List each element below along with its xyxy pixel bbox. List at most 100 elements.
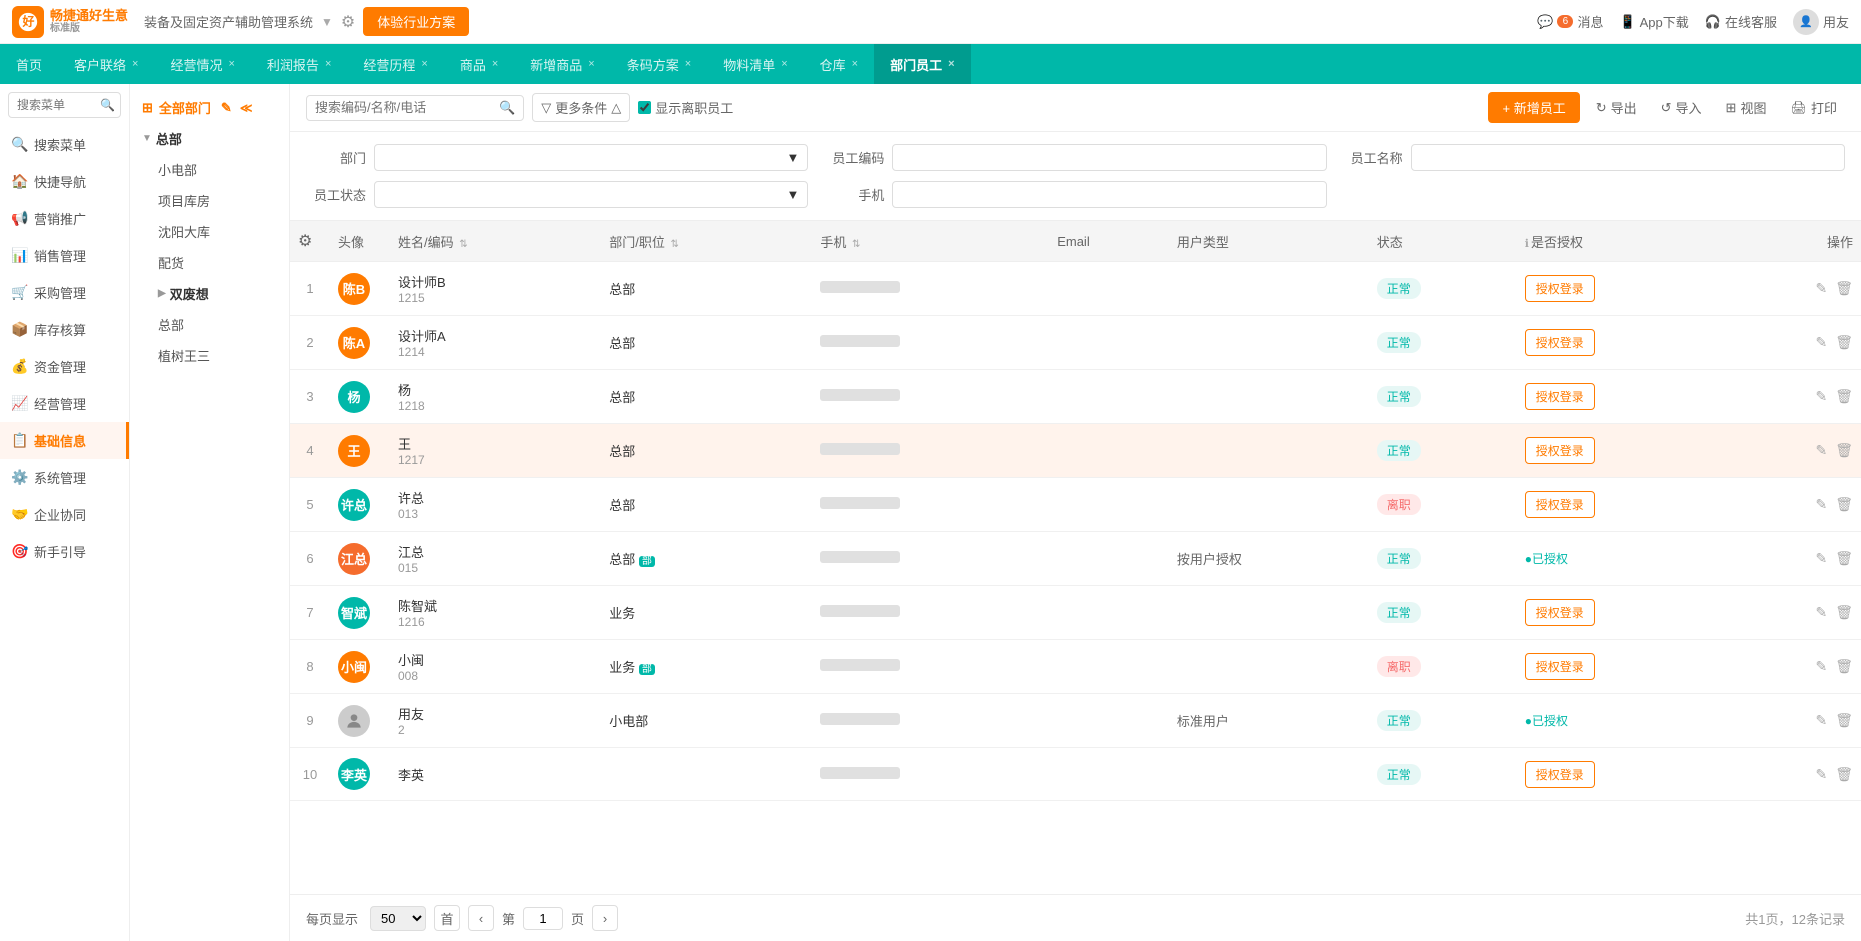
close-bom-tab[interactable]: × xyxy=(781,58,787,70)
tab-home[interactable]: 首页 xyxy=(0,44,58,84)
cell-auth[interactable]: 授权登录 xyxy=(1517,370,1729,424)
sort-name-icon[interactable]: ⇅ xyxy=(459,239,467,250)
sidebar-item-guide[interactable]: 🎯 新手引导 xyxy=(0,533,129,570)
edit-icon[interactable]: ✎ xyxy=(1815,712,1827,729)
edit-icon[interactable]: ✎ xyxy=(1815,334,1827,351)
tab-bom[interactable]: 物料清单× xyxy=(707,44,803,84)
sidebar-item-finance[interactable]: 💰 资金管理 xyxy=(0,348,129,385)
close-business-tab[interactable]: × xyxy=(228,58,234,70)
edit-icon[interactable]: ✎ xyxy=(1815,550,1827,567)
dept-item-peihuo[interactable]: 配货 xyxy=(130,247,289,278)
close-customer-tab[interactable]: × xyxy=(132,58,138,70)
sidebar-item-quicknav[interactable]: 🏠 快捷导航 xyxy=(0,163,129,200)
cell-auth[interactable]: 授权登录 xyxy=(1517,316,1729,370)
close-profit-tab[interactable]: × xyxy=(325,58,331,70)
sidebar-item-inventory[interactable]: 📦 库存核算 xyxy=(0,311,129,348)
edit-icon[interactable]: ✎ xyxy=(1815,280,1827,297)
show-resigned-label[interactable]: 显示离职员工 xyxy=(638,98,733,117)
cell-auth[interactable]: 授权登录 xyxy=(1517,748,1729,801)
filter-empstatus-select[interactable]: ▼ xyxy=(374,181,808,208)
sidebar-item-collab[interactable]: 🤝 企业协同 xyxy=(0,496,129,533)
sidebar-item-system[interactable]: ⚙️ 系统管理 xyxy=(0,459,129,496)
cell-auth[interactable]: 授权登录 xyxy=(1517,262,1729,316)
close-addgoods-tab[interactable]: × xyxy=(588,58,594,70)
tab-customer[interactable]: 客户联络× xyxy=(58,44,154,84)
delete-icon[interactable]: 🗑 xyxy=(1835,280,1853,297)
auth-login-btn[interactable]: 授权登录 xyxy=(1525,761,1595,788)
next-page-btn[interactable]: › xyxy=(592,905,618,931)
auth-login-btn[interactable]: 授权登录 xyxy=(1525,437,1595,464)
close-history-tab[interactable]: × xyxy=(421,58,427,70)
dept-item-zhushuwang[interactable]: 植树王三 xyxy=(130,340,289,371)
tab-history[interactable]: 经营历程× xyxy=(347,44,443,84)
sidebar-item-sales[interactable]: 📊 销售管理 xyxy=(0,237,129,274)
auth-login-btn[interactable]: 授权登录 xyxy=(1525,383,1595,410)
delete-icon[interactable]: 🗑 xyxy=(1835,658,1853,675)
table-settings-icon[interactable]: ⚙ xyxy=(298,233,312,250)
delete-icon[interactable]: 🗑 xyxy=(1835,442,1853,459)
dept-item-project[interactable]: 项目库房 xyxy=(130,185,289,216)
export-btn[interactable]: ↻ 导出 xyxy=(1588,94,1645,121)
dept-group-shuangfeixiang[interactable]: ▶ 双废想 xyxy=(130,278,289,309)
auth-login-btn[interactable]: 授权登录 xyxy=(1525,653,1595,680)
filter-dept-select[interactable]: ▼ xyxy=(374,144,808,171)
tab-goods[interactable]: 商品× xyxy=(444,44,514,84)
auth-login-btn[interactable]: 授权登录 xyxy=(1525,491,1595,518)
sidebar-item-basic[interactable]: 📋 基础信息 xyxy=(0,422,129,459)
filter-empname-input[interactable] xyxy=(1411,144,1845,171)
filter-empcode-input[interactable] xyxy=(892,144,1326,171)
show-resigned-checkbox[interactable] xyxy=(638,101,651,114)
sort-dept-icon[interactable]: ⇅ xyxy=(670,239,678,250)
search-input[interactable] xyxy=(315,100,495,115)
edit-icon[interactable]: ✎ xyxy=(1815,388,1827,405)
sidebar-item-operations[interactable]: 📈 经营管理 xyxy=(0,385,129,422)
delete-icon[interactable]: 🗑 xyxy=(1835,334,1853,351)
view-btn[interactable]: ⊞ 视图 xyxy=(1718,94,1775,121)
close-goods-tab[interactable]: × xyxy=(492,58,498,70)
sort-phone-icon[interactable]: ⇅ xyxy=(852,239,860,250)
close-warehouse-tab[interactable]: × xyxy=(852,58,858,70)
message-btn[interactable]: 💬 6 消息 xyxy=(1537,12,1603,31)
edit-icon[interactable]: ✎ xyxy=(1815,658,1827,675)
first-page-btn[interactable]: 首 xyxy=(434,905,460,931)
delete-icon[interactable]: 🗑 xyxy=(1835,604,1853,621)
tab-business[interactable]: 经营情况× xyxy=(154,44,250,84)
edit-icon[interactable]: ✎ xyxy=(1815,766,1827,783)
cell-auth[interactable]: 授权登录 xyxy=(1517,586,1729,640)
app-download-btn[interactable]: 📱 App下载 xyxy=(1619,12,1688,31)
cell-auth[interactable]: 授权登录 xyxy=(1517,424,1729,478)
cell-auth[interactable]: 授权登录 xyxy=(1517,478,1729,532)
delete-icon[interactable]: 🗑 xyxy=(1835,766,1853,783)
sidebar-item-marketing[interactable]: 📢 营销推广 xyxy=(0,200,129,237)
gear-icon[interactable]: ⚙ xyxy=(341,12,355,32)
tab-barcode[interactable]: 条码方案× xyxy=(611,44,707,84)
edit-icon[interactable]: ✎ xyxy=(1815,442,1827,459)
page-size-select[interactable]: 50 20 100 xyxy=(370,906,426,931)
edit-icon[interactable]: ✎ xyxy=(1815,496,1827,513)
import-btn[interactable]: ↺ 导入 xyxy=(1653,94,1710,121)
user-avatar[interactable]: 👤 用友 xyxy=(1793,9,1849,35)
filter-phone-input[interactable] xyxy=(892,181,1326,208)
tab-warehouse[interactable]: 仓库× xyxy=(804,44,874,84)
page-input[interactable] xyxy=(523,907,563,930)
delete-icon[interactable]: 🗑 xyxy=(1835,388,1853,405)
online-support-btn[interactable]: 🎧 在线客服 xyxy=(1705,12,1777,31)
dept-group-zongbu[interactable]: ▼ 总部 xyxy=(130,123,289,154)
auth-login-btn[interactable]: 授权登录 xyxy=(1525,275,1595,302)
prev-page-btn[interactable]: ‹ xyxy=(468,905,494,931)
cell-auth[interactable]: 授权登录 xyxy=(1517,640,1729,694)
auth-login-btn[interactable]: 授权登录 xyxy=(1525,599,1595,626)
delete-icon[interactable]: 🗑 xyxy=(1835,496,1853,513)
print-btn[interactable]: 🖨 打印 xyxy=(1782,94,1845,121)
dropdown-arrow-system[interactable]: ▼ xyxy=(321,15,333,29)
auth-login-btn[interactable]: 授权登录 xyxy=(1525,329,1595,356)
sidebar-item-search[interactable]: 🔍 搜索菜单 xyxy=(0,126,129,163)
dept-edit-icon[interactable]: ✎ xyxy=(221,100,232,116)
close-employees-tab[interactable]: × xyxy=(948,58,954,70)
tab-employees[interactable]: 部门员工× xyxy=(874,44,970,84)
tab-addgoods[interactable]: 新增商品× xyxy=(514,44,610,84)
delete-icon[interactable]: 🗑 xyxy=(1835,550,1853,567)
close-barcode-tab[interactable]: × xyxy=(685,58,691,70)
tab-profit[interactable]: 利润报告× xyxy=(251,44,347,84)
dept-collapse-icon[interactable]: ≪ xyxy=(240,101,253,115)
